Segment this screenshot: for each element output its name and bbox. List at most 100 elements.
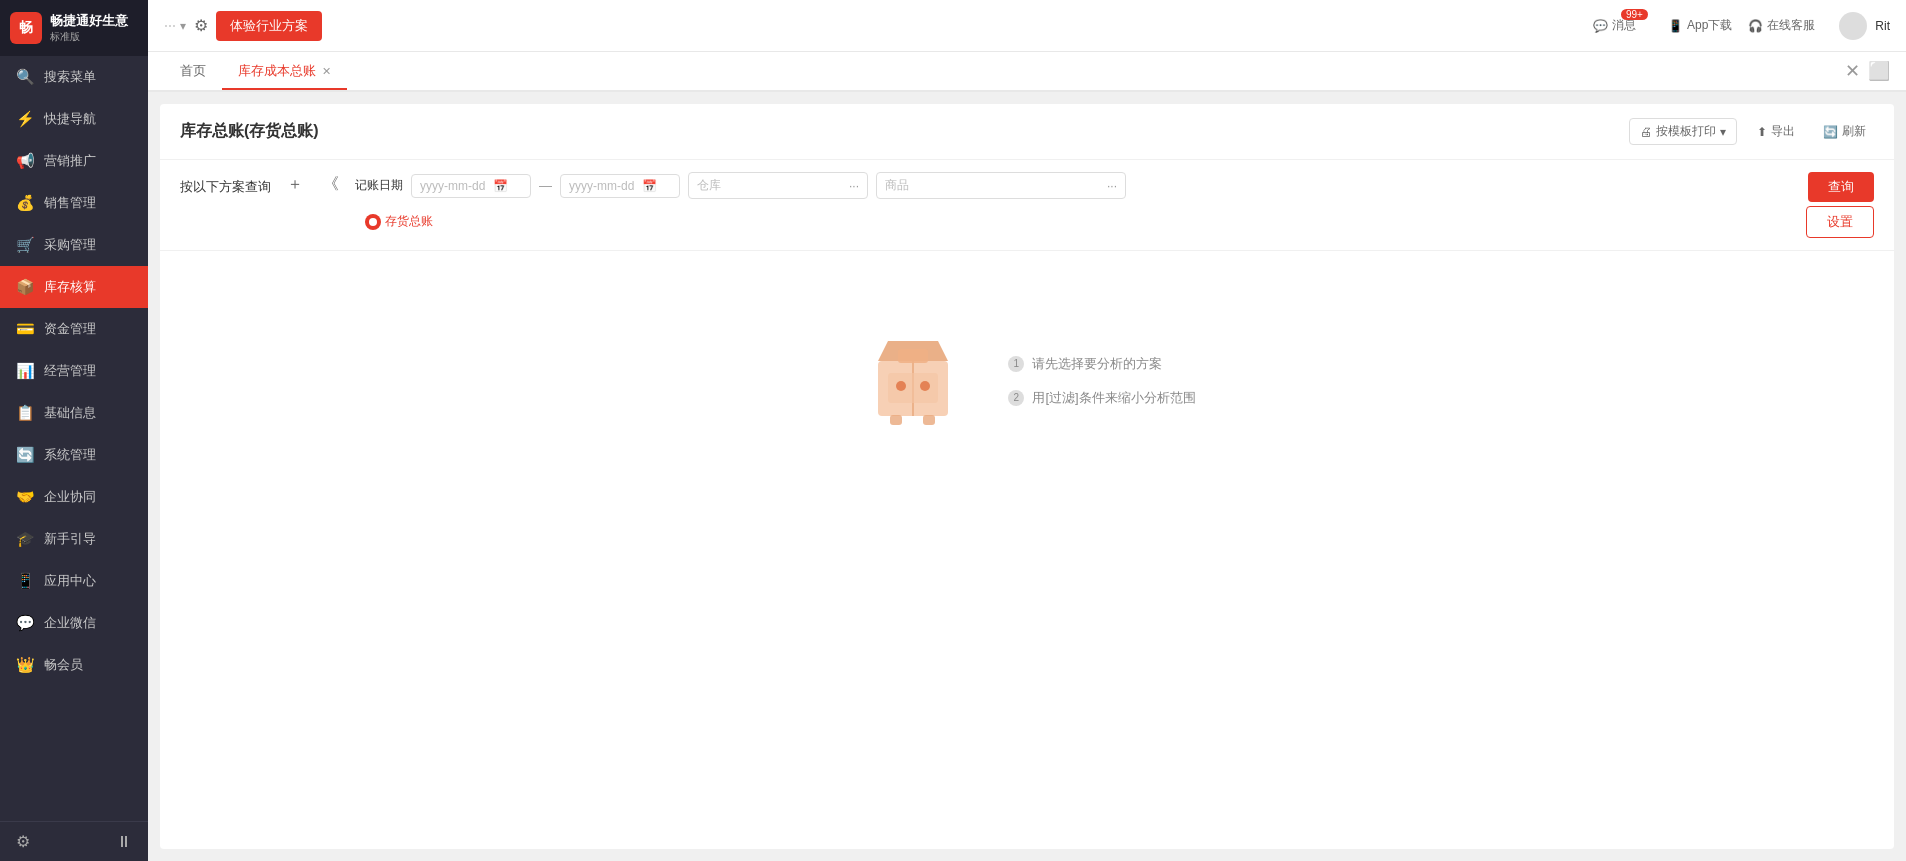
sidebar-label-system: 系统管理 <box>44 446 96 464</box>
dropdown-arrow[interactable]: ▾ <box>180 19 186 33</box>
goods-more-icon[interactable]: ··· <box>1107 179 1117 193</box>
filter-row-date: 记账日期 yyyy-mm-dd 📅 — yyyy-mm-dd 📅 仓库 · <box>355 172 1794 199</box>
topbar-right: 💬 消息 99+ 📱 App下载 🎧 在线客服 Rit <box>1593 12 1890 40</box>
tip-num-2: 2 <box>1008 390 1024 406</box>
trial-industry-button[interactable]: 体验行业方案 <box>216 11 322 41</box>
sidebar-item-shortcut[interactable]: ⚡ 快捷导航 <box>0 98 148 140</box>
tab-bar: 首页 库存成本总账 ✕ ✕ ⬜ <box>148 52 1906 92</box>
date-start-input[interactable]: yyyy-mm-dd 📅 <box>411 174 531 198</box>
warehouse-more-icon[interactable]: ··· <box>849 179 859 193</box>
sidebar-label-shortcut: 快捷导航 <box>44 110 96 128</box>
tip-row-2: 2 用[过滤]条件来缩小分析范围 <box>1008 385 1195 411</box>
filter-collapse-button[interactable]: 《 <box>319 172 343 197</box>
page-header: 库存总账(存货总账) 🖨 按模板打印 ▾ ⬆ 导出 🔄 刷新 <box>160 104 1894 160</box>
tab-inventory-label: 库存成本总账 <box>238 62 316 80</box>
sidebar-label-member: 畅会员 <box>44 656 83 674</box>
calendar-start-icon[interactable]: 📅 <box>493 179 508 193</box>
filter-add-button[interactable]: ＋ <box>283 172 307 197</box>
sidebar-label-wechat: 企业微信 <box>44 614 96 632</box>
tab-home-label: 首页 <box>180 62 206 80</box>
tab-inventory-ledger[interactable]: 库存成本总账 ✕ <box>222 54 347 90</box>
calendar-end-icon[interactable]: 📅 <box>642 179 657 193</box>
logo-text: 畅捷通好生意 标准版 <box>50 12 128 44</box>
footer-settings-icon[interactable]: ⚙ <box>16 832 30 851</box>
app-download-button[interactable]: 📱 App下载 <box>1668 17 1732 34</box>
shortcut-icon: ⚡ <box>16 110 34 128</box>
print-dropdown-icon[interactable]: ▾ <box>1720 125 1726 139</box>
sidebar-item-guide[interactable]: 🎓 新手引导 <box>0 518 148 560</box>
sidebar-item-operations[interactable]: 📊 经营管理 <box>0 350 148 392</box>
refresh-button[interactable]: 🔄 刷新 <box>1815 119 1874 144</box>
panel-close-icon[interactable]: ✕ <box>1845 60 1860 82</box>
date-start-text: yyyy-mm-dd <box>420 179 485 193</box>
operations-icon: 📊 <box>16 362 34 380</box>
filter-area: 按以下方案查询 ＋ 《 记账日期 yyyy-mm-dd 📅 — yyyy-mm-… <box>160 160 1894 251</box>
scheme-item-inventory[interactable]: 存货总账 <box>355 209 443 234</box>
sidebar-item-corp[interactable]: 🤝 企业协同 <box>0 476 148 518</box>
sidebar-item-inventory[interactable]: 📦 库存核算 <box>0 266 148 308</box>
sidebar-label-inventory: 库存核算 <box>44 278 96 296</box>
sidebar-label-apps: 应用中心 <box>44 572 96 590</box>
message-badge: 99+ <box>1621 9 1648 20</box>
corp-icon: 🤝 <box>16 488 34 506</box>
box-svg <box>858 331 978 431</box>
wechat-icon: 💬 <box>16 614 34 632</box>
sidebar-item-basic[interactable]: 📋 基础信息 <box>0 392 148 434</box>
sidebar-item-search[interactable]: 🔍 搜索菜单 <box>0 56 148 98</box>
sidebar-item-member[interactable]: 👑 畅会员 <box>0 644 148 686</box>
message-button[interactable]: 💬 消息 99+ <box>1593 17 1636 34</box>
content-panel: 库存总账(存货总账) 🖨 按模板打印 ▾ ⬆ 导出 🔄 刷新 <box>148 92 1906 861</box>
goods-select[interactable]: 商品 ··· <box>876 172 1126 199</box>
guide-icon: 🎓 <box>16 530 34 548</box>
date-end-input[interactable]: yyyy-mm-dd 📅 <box>560 174 680 198</box>
print-button[interactable]: 🖨 按模板打印 ▾ <box>1629 118 1737 145</box>
sidebar-item-purchase[interactable]: 🛒 采购管理 <box>0 224 148 266</box>
online-service-button[interactable]: 🎧 在线客服 <box>1748 17 1815 34</box>
topbar-settings-icon[interactable]: ⚙ <box>194 16 208 35</box>
apps-icon: 📱 <box>16 572 34 590</box>
svg-point-7 <box>920 381 930 391</box>
sidebar-label-finance: 资金管理 <box>44 320 96 338</box>
tip-num-1: 1 <box>1008 356 1024 372</box>
system-icon: 🔄 <box>16 446 34 464</box>
panel-expand-icon[interactable]: ⬜ <box>1868 60 1890 82</box>
printer-icon: 🖨 <box>1640 125 1652 139</box>
sidebar-item-apps[interactable]: 📱 应用中心 <box>0 560 148 602</box>
date-end-text: yyyy-mm-dd <box>569 179 634 193</box>
svg-point-0 <box>369 218 377 226</box>
user-avatar <box>1839 12 1867 40</box>
brand-name: 畅捷通好生意 <box>50 12 128 30</box>
tip-text-2: 用[过滤]条件来缩小分析范围 <box>1032 385 1195 411</box>
logo-icon: 畅 <box>10 12 42 44</box>
sidebar-label-corp: 企业协同 <box>44 488 96 506</box>
refresh-label: 刷新 <box>1842 123 1866 140</box>
sidebar-label-basic: 基础信息 <box>44 404 96 422</box>
svg-rect-9 <box>923 415 935 425</box>
search-icon: 🔍 <box>16 68 34 86</box>
sidebar-item-system[interactable]: 🔄 系统管理 <box>0 434 148 476</box>
sidebar-item-finance[interactable]: 💳 资金管理 <box>0 308 148 350</box>
topbar: ⋯ ▾ ⚙ 体验行业方案 💬 消息 99+ 📱 App下载 🎧 在线客服 R <box>148 0 1906 52</box>
finance-icon: 💳 <box>16 320 34 338</box>
sidebar-item-sales[interactable]: 💰 销售管理 <box>0 182 148 224</box>
sidebar-item-marketing[interactable]: 📢 营销推广 <box>0 140 148 182</box>
warehouse-select[interactable]: 仓库 ··· <box>688 172 868 199</box>
sidebar-item-wechat[interactable]: 💬 企业微信 <box>0 602 148 644</box>
date-field-label: 记账日期 <box>355 177 403 194</box>
sidebar: 畅 畅捷通好生意 标准版 🔍 搜索菜单 ⚡ 快捷导航 📢 营销推广 💰 销售管理… <box>0 0 148 861</box>
settings-button[interactable]: 设置 <box>1806 206 1874 238</box>
page-header-actions: 🖨 按模板打印 ▾ ⬆ 导出 🔄 刷新 <box>1629 118 1874 145</box>
date-separator: — <box>539 178 552 193</box>
svg-rect-4 <box>898 349 928 363</box>
tab-home[interactable]: 首页 <box>164 54 222 90</box>
scheme-check-svg <box>368 217 378 227</box>
sidebar-label-operations: 经营管理 <box>44 362 96 380</box>
footer-collapse-icon[interactable]: ⏸ <box>116 833 132 851</box>
user-menu[interactable]: Rit <box>1839 12 1890 40</box>
export-icon: ⬆ <box>1757 125 1767 139</box>
version-label: 标准版 <box>50 30 128 44</box>
query-button[interactable]: 查询 <box>1808 172 1874 202</box>
export-button[interactable]: ⬆ 导出 <box>1749 119 1803 144</box>
tip-text-1: 请先选择要分析的方案 <box>1032 351 1162 377</box>
tab-close-icon[interactable]: ✕ <box>322 65 331 78</box>
